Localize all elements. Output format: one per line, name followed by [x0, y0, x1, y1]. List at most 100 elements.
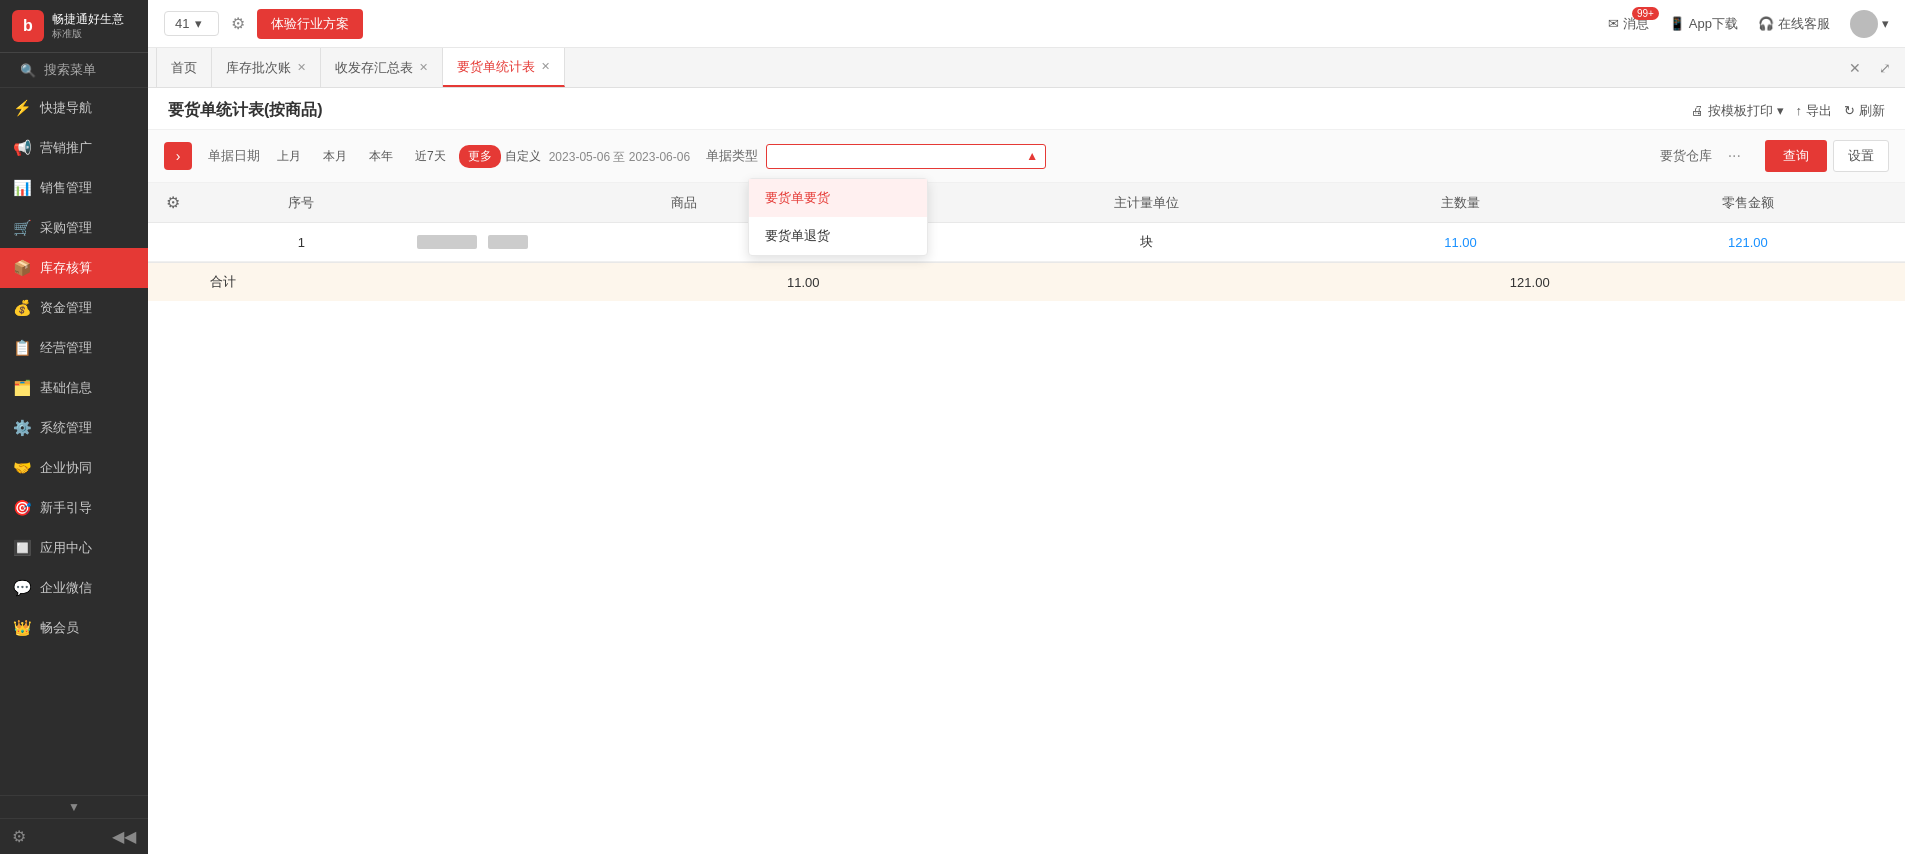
tab-close-icon[interactable]: ✕: [297, 61, 306, 74]
sidebar-item-basic[interactable]: 🗂️ 基础信息: [0, 368, 148, 408]
app-center-icon: 🔲: [12, 538, 32, 558]
enterprise-icon: 🤝: [12, 458, 32, 478]
sidebar-item-app-center[interactable]: 🔲 应用中心: [0, 528, 148, 568]
logo-title: 畅捷通好生意: [52, 11, 124, 28]
sidebar-item-operation[interactable]: 📋 经营管理: [0, 328, 148, 368]
warehouse-filter-label: 要货仓库: [1660, 147, 1712, 165]
member-icon: 👑: [12, 618, 32, 638]
collapse-icon[interactable]: ◀◀: [112, 827, 136, 846]
qty-link[interactable]: 11.00: [1444, 235, 1477, 250]
sidebar-item-member[interactable]: 👑 畅会员: [0, 608, 148, 648]
tabbar: 首页 库存批次账 ✕ 收发存汇总表 ✕ 要货单统计表 ✕ ✕ ⤢: [148, 48, 1905, 88]
topbar-settings-icon[interactable]: ⚙: [231, 14, 245, 33]
company-selector[interactable]: 41 ▾: [164, 11, 219, 36]
sidebar-item-enterprise[interactable]: 🤝 企业协同: [0, 448, 148, 488]
footer-label: 合计: [160, 273, 440, 291]
basic-icon: 🗂️: [12, 378, 32, 398]
topbar-right: ✉ 消息 99+ 📱 App下载 🎧 在线客服 ▾: [1608, 10, 1889, 38]
phone-icon: 📱: [1669, 16, 1685, 31]
row-amount[interactable]: 121.00: [1591, 223, 1905, 262]
sidebar-item-guide[interactable]: 🎯 新手引导: [0, 488, 148, 528]
type-input[interactable]: [766, 144, 1046, 169]
date-buttons: 上月 本月 本年 近7天 更多 自定义: [268, 144, 541, 169]
sidebar-item-purchase[interactable]: 🛒 采购管理: [0, 208, 148, 248]
col-unit: 主计量单位: [962, 183, 1330, 223]
sidebar-item-label: 营销推广: [40, 139, 92, 157]
app-download-btn[interactable]: 📱 App下载: [1669, 15, 1738, 33]
refresh-icon: ↻: [1844, 103, 1855, 118]
product-blurred2: [488, 235, 528, 249]
dropdown-item-order-goods[interactable]: 要货单要货: [749, 179, 927, 217]
date-btn-this-month[interactable]: 本月: [314, 144, 356, 169]
amount-link[interactable]: 121.00: [1728, 235, 1768, 250]
data-table: ⚙ 序号 商品 主计量单位 主数量 零售金额 1: [148, 183, 1905, 262]
export-button[interactable]: ↑ 导出: [1796, 102, 1833, 120]
filter-bar: › 单据日期 上月 本月 本年 近7天 更多 自定义 2023-05-06 至 …: [148, 130, 1905, 183]
sidebar-item-system[interactable]: ⚙️ 系统管理: [0, 408, 148, 448]
sidebar-search[interactable]: 🔍 搜索菜单: [0, 53, 148, 88]
sidebar-search-label: 搜索菜单: [44, 61, 96, 79]
trial-button[interactable]: 体验行业方案: [257, 9, 363, 39]
logo-sub: 标准版: [52, 27, 124, 41]
date-btn-last-month[interactable]: 上月: [268, 144, 310, 169]
refresh-button[interactable]: ↻ 刷新: [1844, 102, 1885, 120]
message-icon: ✉: [1608, 16, 1619, 31]
sidebar-item-label: 经营管理: [40, 339, 92, 357]
table-header-row: ⚙ 序号 商品 主计量单位 主数量 零售金额: [148, 183, 1905, 223]
col-amount: 零售金额: [1591, 183, 1905, 223]
wechat-icon: 💬: [12, 578, 32, 598]
date-filter-group: 单据日期 上月 本月 本年 近7天 更多 自定义 2023-05-06 至 20…: [208, 144, 690, 169]
tab-close-icon[interactable]: ✕: [419, 61, 428, 74]
page-title: 要货单统计表(按商品): [168, 100, 323, 121]
sales-icon: 📊: [12, 178, 32, 198]
query-button[interactable]: 查询: [1765, 140, 1827, 172]
chevron-down-icon: ▾: [1777, 103, 1784, 118]
sidebar-item-label: 资金管理: [40, 299, 92, 317]
refresh-label: 刷新: [1859, 102, 1885, 120]
user-avatar[interactable]: ▾: [1850, 10, 1889, 38]
type-dropdown: 要货单要货 要货单退货: [748, 178, 928, 256]
sidebar-item-label: 畅会员: [40, 619, 79, 637]
main-area: 41 ▾ ⚙ 体验行业方案 ✉ 消息 99+ 📱 App下载 🎧 在线客服 ▾: [148, 0, 1905, 854]
tab-label: 库存批次账: [226, 59, 291, 77]
tab-close-icon[interactable]: ✕: [541, 60, 550, 73]
inventory-icon: 📦: [12, 258, 32, 278]
tab-close-all-icon[interactable]: ✕: [1843, 56, 1867, 80]
date-btn-custom[interactable]: 自定义: [505, 148, 541, 165]
print-button[interactable]: 🖨 按模板打印 ▾: [1691, 102, 1784, 120]
settings-button[interactable]: 设置: [1833, 140, 1889, 172]
dropdown-item-order-return[interactable]: 要货单退货: [749, 217, 927, 255]
tab-order-stat[interactable]: 要货单统计表 ✕: [443, 48, 565, 87]
purchase-icon: 🛒: [12, 218, 32, 238]
row-unit: 块: [962, 223, 1330, 262]
sidebar-item-finance[interactable]: 💰 资金管理: [0, 288, 148, 328]
sidebar-item-marketing[interactable]: 📢 营销推广: [0, 128, 148, 168]
sidebar-item-wechat[interactable]: 💬 企业微信: [0, 568, 148, 608]
print-icon: 🖨: [1691, 103, 1704, 118]
table-settings-icon[interactable]: ⚙: [166, 194, 180, 211]
tab-receivable-summary[interactable]: 收发存汇总表 ✕: [321, 48, 443, 87]
col-settings[interactable]: ⚙: [148, 183, 198, 223]
settings-bottom-icon[interactable]: ⚙: [12, 827, 26, 846]
sidebar-item-label: 应用中心: [40, 539, 92, 557]
topbar: 41 ▾ ⚙ 体验行业方案 ✉ 消息 99+ 📱 App下载 🎧 在线客服 ▾: [148, 0, 1905, 48]
sidebar-item-quick-nav[interactable]: ⚡ 快捷导航: [0, 88, 148, 128]
col-qty: 主数量: [1330, 183, 1590, 223]
tab-home[interactable]: 首页: [156, 48, 212, 87]
row-qty[interactable]: 11.00: [1330, 223, 1590, 262]
tab-maximize-icon[interactable]: ⤢: [1873, 56, 1897, 80]
tab-inventory-batch[interactable]: 库存批次账 ✕: [212, 48, 321, 87]
sidebar-item-sales[interactable]: 📊 销售管理: [0, 168, 148, 208]
sidebar-scroll-down[interactable]: ▼: [0, 795, 148, 818]
logo-text: 畅捷通好生意 标准版: [52, 11, 124, 42]
filter-more-icon[interactable]: ···: [1728, 147, 1741, 165]
filter-expand-button[interactable]: ›: [164, 142, 192, 170]
date-btn-last-7days[interactable]: 近7天: [406, 144, 455, 169]
messages-btn[interactable]: ✉ 消息 99+: [1608, 15, 1649, 33]
date-btn-more[interactable]: 更多: [459, 145, 501, 168]
date-btn-this-year[interactable]: 本年: [360, 144, 402, 169]
sidebar-item-label: 销售管理: [40, 179, 92, 197]
online-service-btn[interactable]: 🎧 在线客服: [1758, 15, 1830, 33]
sidebar-item-inventory[interactable]: 📦 库存核算: [0, 248, 148, 288]
tab-label: 收发存汇总表: [335, 59, 413, 77]
